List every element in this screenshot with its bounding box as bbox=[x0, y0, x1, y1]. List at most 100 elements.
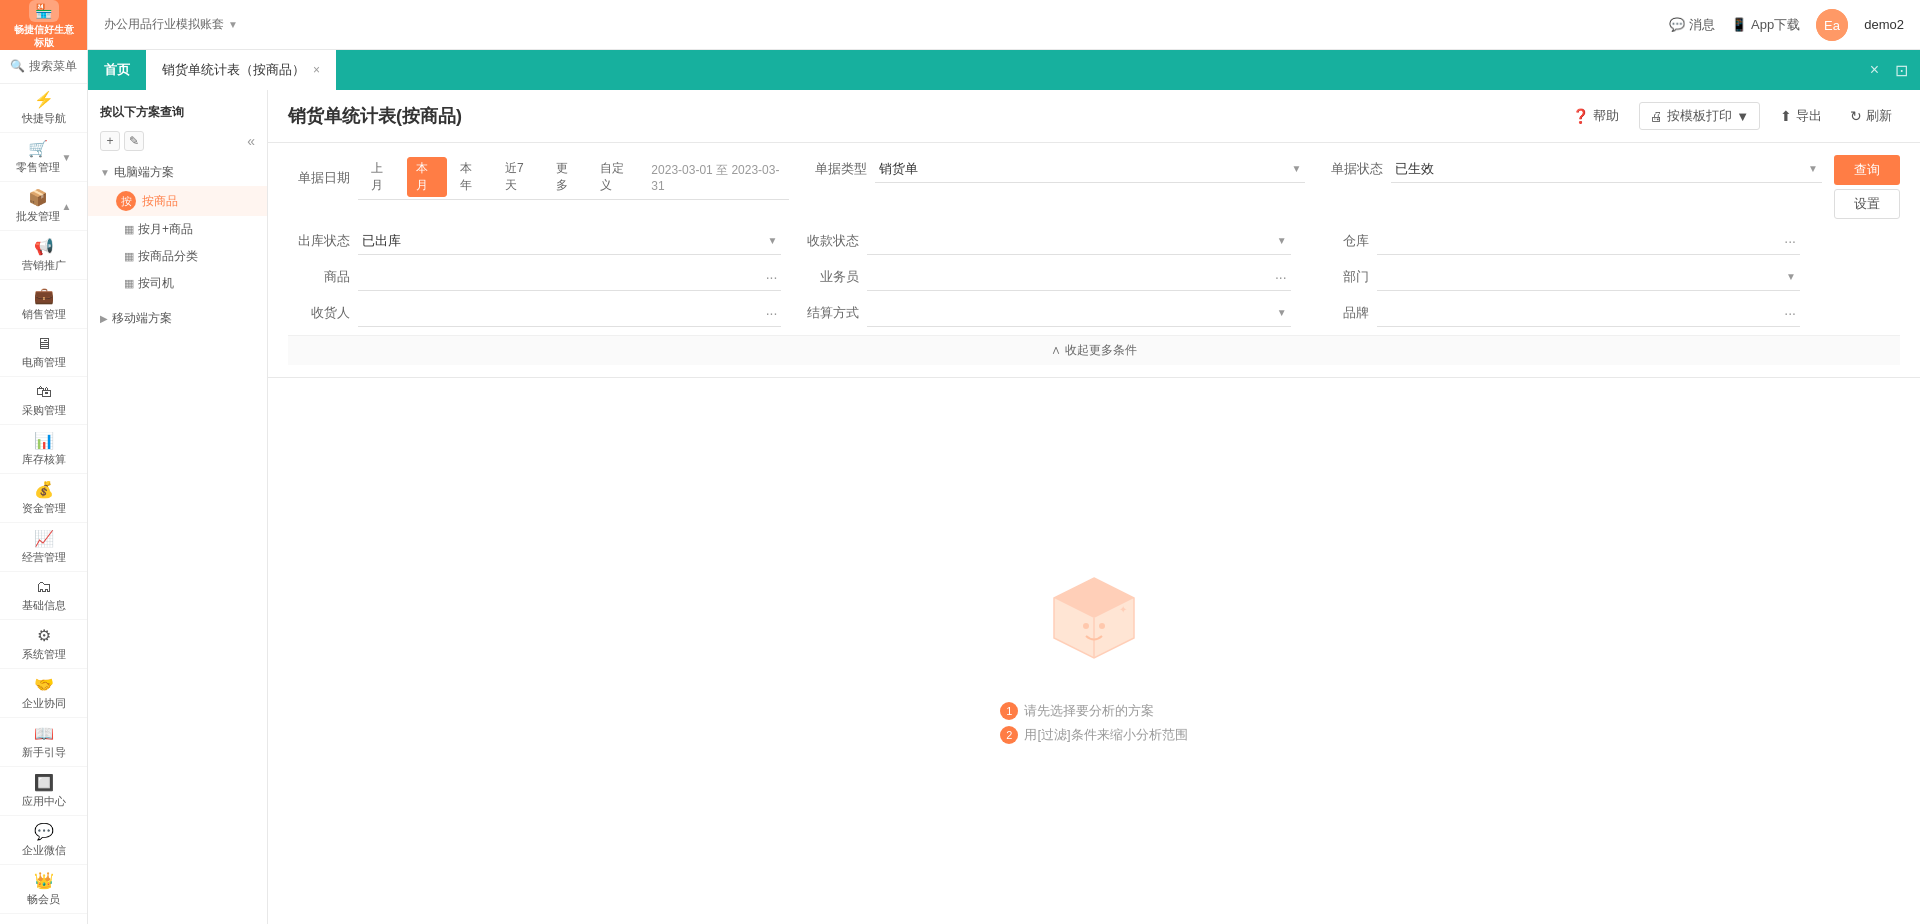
collapse-conditions-btn[interactable]: ∧ 收起更多条件 bbox=[288, 335, 1900, 365]
sidebar-item-quick-nav[interactable]: ⚡ 快捷导航 bbox=[0, 84, 87, 133]
settings-button[interactable]: 设置 bbox=[1834, 189, 1900, 219]
tree-mobile-section: ▶ 移动端方案 bbox=[88, 301, 267, 336]
tree-item-icon: 按 bbox=[116, 191, 136, 211]
sidebar-item-purchase[interactable]: 🛍 采购管理 bbox=[0, 377, 87, 425]
tree-collapse-icon: ▶ bbox=[100, 313, 108, 324]
salesperson-label: 业务员 bbox=[797, 268, 867, 286]
filter-panel-header: 按以下方案查询 bbox=[88, 98, 267, 127]
svg-text:✦: ✦ bbox=[1119, 604, 1127, 615]
tab-sales-stats[interactable]: 销货单统计表（按商品） × bbox=[146, 50, 336, 90]
tree-item-by-month-product[interactable]: ▦ 按月+商品 bbox=[88, 216, 267, 243]
receiver-dots-icon: ··· bbox=[766, 305, 778, 321]
department-control[interactable]: ▼ bbox=[1377, 263, 1800, 291]
sidebar-item-apps[interactable]: 🔲 应用中心 bbox=[0, 767, 87, 816]
sidebar-item-retail[interactable]: 🛒 零售管理 ▼ bbox=[0, 133, 87, 182]
sidebar-item-operation[interactable]: 📈 经营管理 bbox=[0, 523, 87, 572]
tree-parent-pc[interactable]: ▼ 电脑端方案 bbox=[88, 159, 267, 186]
sidebar-item-guide[interactable]: 📖 新手引导 bbox=[0, 718, 87, 767]
sidebar-item-wholesale[interactable]: 📦 批发管理 ▲ bbox=[0, 182, 87, 231]
tree-mobile-label: 移动端方案 bbox=[112, 310, 172, 327]
warehouse-control[interactable]: ··· bbox=[1377, 227, 1800, 255]
print-dropdown-icon: ▼ bbox=[1736, 109, 1749, 124]
out-status-control[interactable]: 已出库 ▼ bbox=[358, 227, 781, 255]
brand-control[interactable]: ··· bbox=[1377, 299, 1800, 327]
date-tab-more[interactable]: 更多 bbox=[547, 157, 588, 197]
add-scheme-btn[interactable]: + bbox=[100, 131, 120, 151]
tab-close-all-icon[interactable]: × bbox=[1866, 57, 1883, 83]
date-tab-custom[interactable]: 自定义 bbox=[591, 157, 643, 197]
tree-item-by-cashier[interactable]: ▦ 按司机 bbox=[88, 270, 267, 297]
receiver-control[interactable]: ··· bbox=[358, 299, 781, 327]
edit-scheme-btn[interactable]: ✎ bbox=[124, 131, 144, 151]
tree-item-label: 按商品分类 bbox=[138, 248, 198, 265]
logo-text: 畅捷信好生意 bbox=[14, 24, 74, 36]
logo-icon: 🏪 bbox=[29, 0, 59, 22]
sidebar-item-sales[interactable]: 💼 销售管理 bbox=[0, 280, 87, 329]
export-btn[interactable]: ⬆ 导出 bbox=[1772, 103, 1830, 129]
sidebar-item-cooperation[interactable]: 🤝 企业协同 bbox=[0, 669, 87, 718]
query-button[interactable]: 查询 bbox=[1834, 155, 1900, 185]
page-title: 销货单统计表(按商品) bbox=[288, 104, 462, 128]
tab-bar: 首页 销货单统计表（按商品） × × ⊡ bbox=[88, 50, 1920, 90]
sidebar-item-ecommerce[interactable]: 🖥 电商管理 bbox=[0, 329, 87, 377]
sidebar-item-system[interactable]: ⚙ 系统管理 bbox=[0, 620, 87, 669]
sidebar-item-inventory[interactable]: 📊 库存核算 bbox=[0, 425, 87, 474]
payment-label: 结算方式 bbox=[797, 304, 867, 322]
doc-status-control[interactable]: 已生效 ▼ bbox=[1391, 155, 1822, 183]
sidebar-item-wechat[interactable]: 💬 企业微信 bbox=[0, 816, 87, 865]
brand-label: 品牌 bbox=[1307, 304, 1377, 322]
collapse-panel-btn[interactable]: « bbox=[247, 133, 255, 149]
tree-parent-mobile[interactable]: ▶ 移动端方案 bbox=[88, 305, 267, 332]
refresh-btn[interactable]: ↻ 刷新 bbox=[1842, 103, 1900, 129]
tree-sub-icon: ▦ bbox=[124, 250, 134, 263]
tab-restore-icon[interactable]: ⊡ bbox=[1891, 57, 1912, 84]
sidebar-item-basic[interactable]: 🗂 基础信息 bbox=[0, 572, 87, 620]
receipt-status-label: 收款状态 bbox=[797, 232, 867, 250]
payment-control[interactable]: ▼ bbox=[867, 299, 1290, 327]
template-print-btn[interactable]: 🖨 按模板打印 ▼ bbox=[1639, 102, 1760, 130]
messages-btn[interactable]: 💬 消息 bbox=[1669, 16, 1715, 34]
doc-type-control[interactable]: 销货单 ▼ bbox=[875, 155, 1306, 183]
sidebar-item-marketing[interactable]: 📢 营销推广 bbox=[0, 231, 87, 280]
breadcrumb-dropdown-icon[interactable]: ▼ bbox=[228, 19, 238, 30]
help-icon: ❓ bbox=[1572, 108, 1589, 124]
date-range-display: 2023-03-01 至 2023-03-31 bbox=[651, 162, 784, 193]
receipt-status-dropdown-icon: ▼ bbox=[1277, 235, 1287, 246]
date-tab-last-month[interactable]: 上月 bbox=[362, 157, 403, 197]
chevron-down-icon: ▼ bbox=[62, 152, 72, 163]
product-control[interactable]: ··· bbox=[358, 263, 781, 291]
top-header: 办公用品行业模拟账套 ▼ 💬 消息 📱 App下载 Ea demo2 bbox=[88, 0, 1920, 50]
sidebar-search[interactable]: 🔍 搜索菜单 bbox=[0, 50, 87, 84]
sidebar-item-finance[interactable]: 💰 资金管理 bbox=[0, 474, 87, 523]
app-download-btn[interactable]: 📱 App下载 bbox=[1731, 16, 1800, 34]
sidebar-item-member[interactable]: 👑 畅会员 bbox=[0, 865, 87, 914]
receipt-status-control[interactable]: ▼ bbox=[867, 227, 1290, 255]
tree-item-by-product[interactable]: 按 按商品 bbox=[88, 186, 267, 216]
hint-num-2: 2 bbox=[1000, 726, 1018, 744]
doc-status-label: 单据状态 bbox=[1321, 160, 1391, 178]
empty-hint-1: 1 请先选择要分析的方案 bbox=[1000, 702, 1187, 720]
doc-type-value: 销货单 bbox=[879, 160, 1292, 178]
tab-home[interactable]: 首页 bbox=[88, 50, 146, 90]
date-tab-7days[interactable]: 近7天 bbox=[496, 157, 543, 197]
date-tab-this-year[interactable]: 本年 bbox=[451, 157, 492, 197]
date-tab-this-month[interactable]: 本月 bbox=[407, 157, 448, 197]
logo-subtext: 标版 bbox=[34, 36, 54, 50]
tree-item-by-product-category[interactable]: ▦ 按商品分类 bbox=[88, 243, 267, 270]
doc-type-dropdown-icon: ▼ bbox=[1291, 163, 1301, 174]
empty-illustration: ✦ ✦ bbox=[1034, 558, 1154, 678]
page-content: 按以下方案查询 + ✎ « ▼ 电脑端方案 按 按商品 ▦ bbox=[88, 90, 1920, 924]
tree-item-label: 按月+商品 bbox=[138, 221, 193, 238]
tab-close-icon[interactable]: × bbox=[313, 63, 320, 77]
receiver-label: 收货人 bbox=[288, 304, 358, 322]
empty-hint-2: 2 用[过滤]条件来缩小分析范围 bbox=[1000, 726, 1187, 744]
query-area: 销货单统计表(按商品) ❓ 帮助 🖨 按模板打印 ▼ ⬆ 导出 bbox=[268, 90, 1920, 924]
user-name[interactable]: demo2 bbox=[1864, 17, 1904, 32]
salesperson-control[interactable]: ··· bbox=[867, 263, 1290, 291]
out-status-value: 已出库 bbox=[362, 232, 767, 250]
help-btn[interactable]: ❓ 帮助 bbox=[1564, 103, 1627, 129]
filter-action-icons: + ✎ bbox=[100, 131, 144, 151]
tree-sub-icon: ▦ bbox=[124, 277, 134, 290]
download-icon: 📱 bbox=[1731, 17, 1747, 32]
chevron-up-icon: ▲ bbox=[62, 201, 72, 212]
